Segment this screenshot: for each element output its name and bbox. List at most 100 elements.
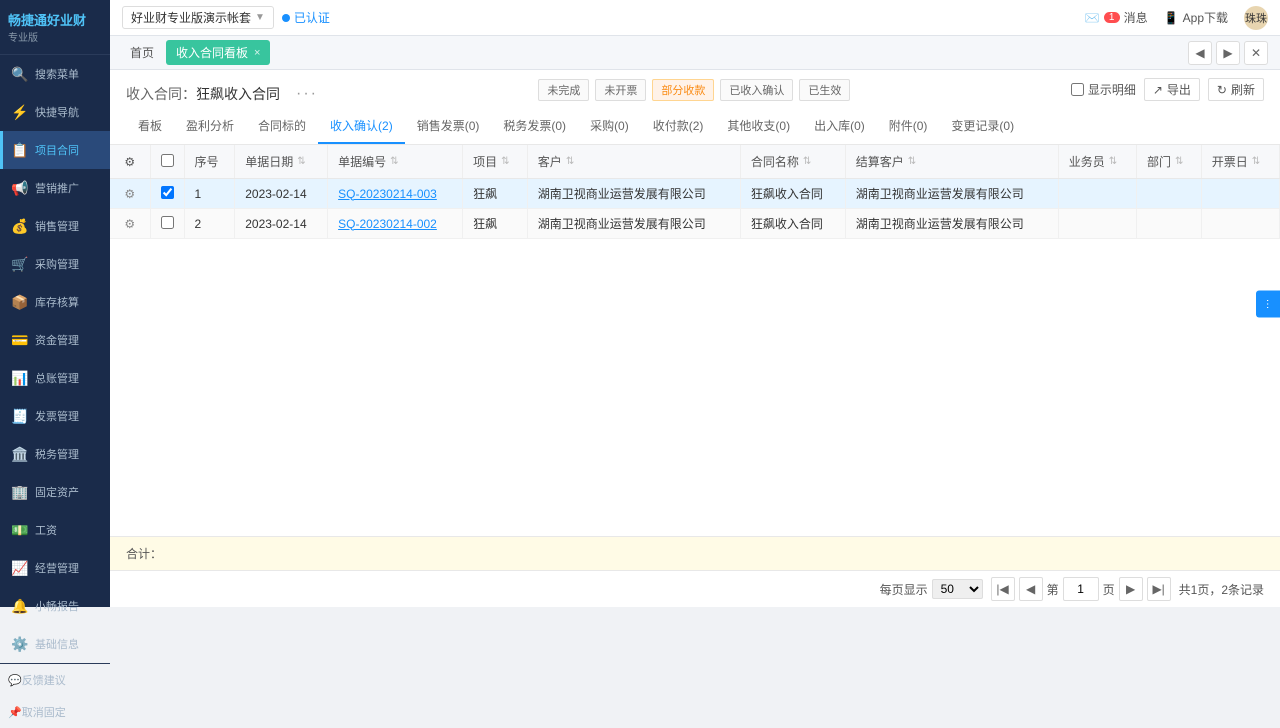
sidebar-item-5[interactable]: 🛒采购管理 — [0, 245, 110, 283]
sidebar-item-6[interactable]: 📦库存核算 — [0, 283, 110, 321]
sub-tab-6[interactable]: 采购(0) — [578, 109, 641, 144]
table-row[interactable]: ⚙ 1 2023-02-14 SQ-20230214-003 狂飙 湖南卫视商业… — [110, 179, 1280, 209]
status-tag-3[interactable]: 已收入确认 — [720, 79, 793, 101]
sidebar-item-2[interactable]: 📋 项目合同 — [0, 131, 110, 169]
home-tab[interactable]: 首页 — [122, 40, 162, 65]
sub-tab-2[interactable]: 合同标的 — [246, 109, 318, 144]
export-btn[interactable]: ↗ 导出 — [1144, 78, 1200, 101]
tab-prev-btn[interactable]: ◀ — [1188, 41, 1212, 65]
first-page-btn[interactable]: |◀ — [991, 577, 1015, 601]
status-tag-4[interactable]: 已生效 — [799, 79, 850, 101]
customer-cell: 湖南卫视商业运营发展有限公司 — [527, 179, 740, 209]
prev-page-btn[interactable]: ◀ — [1019, 577, 1043, 601]
message-btn[interactable]: ✉️ 1 消息 — [1085, 9, 1148, 26]
sidebar-item-7[interactable]: 💳资金管理 — [0, 321, 110, 359]
message-label: 消息 — [1124, 9, 1148, 26]
contract-name-section: 收入合同：狂飙收入合同 ··· — [126, 84, 318, 104]
sidebar-item-15[interactable]: ⚙️基础信息 — [0, 625, 110, 663]
display-detail-checkbox[interactable] — [1071, 83, 1084, 96]
sidebar-item-4[interactable]: 💰销售管理 — [0, 207, 110, 245]
billno-link-0[interactable]: SQ-20230214-003 — [338, 187, 437, 201]
sub-tab-8[interactable]: 其他收支(0) — [715, 109, 802, 144]
sub-tab-7[interactable]: 收付款(2) — [641, 109, 716, 144]
sub-tab-0[interactable]: 看板 — [126, 109, 174, 144]
sub-tab-10[interactable]: 附件(0) — [877, 109, 940, 144]
billno-cell[interactable]: SQ-20230214-003 — [328, 179, 463, 209]
project-sort-icon[interactable]: ⇅ — [501, 156, 509, 167]
status-tag-1[interactable]: 未开票 — [595, 79, 646, 101]
status-tag-2[interactable]: 部分收款 — [652, 79, 714, 101]
sidebar-feedback[interactable]: 💬 反馈建议 — [0, 664, 110, 696]
contract-name-sort-icon[interactable]: ⇅ — [803, 156, 811, 167]
page-content: 收入合同：狂飙收入合同 ··· 未完成未开票部分收款已收入确认已生效 显示明细 … — [110, 70, 1280, 607]
page-size-select[interactable]: 2050100 — [932, 579, 983, 599]
sidebar-item-12[interactable]: 💵工资 — [0, 511, 110, 549]
contract-more-btn[interactable]: ··· — [296, 85, 318, 103]
sidebar-item-10[interactable]: 🏛️税务管理 — [0, 435, 110, 473]
billno-cell[interactable]: SQ-20230214-002 — [328, 209, 463, 239]
sub-tab-1[interactable]: 盈利分析 — [174, 109, 246, 144]
last-page-btn[interactable]: ▶| — [1147, 577, 1171, 601]
sidebar-item-13[interactable]: 📈 经营管理 — [0, 549, 110, 587]
nav-icon-2: 📋 — [11, 141, 29, 159]
page-number-input[interactable] — [1063, 577, 1099, 601]
sub-tab-3[interactable]: 收入确认(2) — [318, 109, 405, 144]
sub-tab-5[interactable]: 税务发票(0) — [491, 109, 578, 144]
nav-label-8: 总账管理 — [35, 370, 79, 386]
salesperson-col-header: 业务员⇅ — [1058, 145, 1136, 179]
nav-label-2: 项目合同 — [35, 142, 79, 158]
date-col-header: 单据日期⇅ — [235, 145, 328, 179]
date-sort-icon[interactable]: ⇅ — [297, 156, 305, 167]
page-label: 第 — [1047, 581, 1059, 598]
row-checkbox-0[interactable] — [161, 186, 174, 199]
settlement-col-header: 结算客户⇅ — [845, 145, 1058, 179]
select-all-checkbox[interactable] — [161, 154, 174, 167]
settlement-sort-icon[interactable]: ⇅ — [908, 156, 916, 167]
next-page-btn[interactable]: ▶ — [1119, 577, 1143, 601]
contract-name-cell: 狂飙收入合同 — [740, 179, 845, 209]
nav-label-14: 小畅报告 — [35, 598, 79, 614]
company-selector[interactable]: 好业财专业版演示帐套 ▼ — [122, 6, 274, 29]
sidebar-item-1[interactable]: ⚡快捷导航 — [0, 93, 110, 131]
right-action-btn[interactable]: … — [1256, 290, 1280, 317]
row-checkbox-1[interactable] — [161, 216, 174, 229]
sidebar-item-14[interactable]: 🔔小畅报告 — [0, 587, 110, 625]
invoice-sort-icon[interactable]: ⇅ — [1252, 156, 1260, 167]
topbar-right: ✉️ 1 消息 📱 App下载 珠珠 — [1085, 6, 1268, 30]
nav-icon-10: 🏛️ — [11, 445, 29, 463]
department-sort-icon[interactable]: ⇅ — [1175, 156, 1183, 167]
nav-label-13: 经营管理 — [35, 560, 79, 576]
table-body: ⚙ 1 2023-02-14 SQ-20230214-003 狂飙 湖南卫视商业… — [110, 179, 1280, 239]
table-row[interactable]: ⚙ 2 2023-02-14 SQ-20230214-002 狂飙 湖南卫视商业… — [110, 209, 1280, 239]
nav-label-15: 基础信息 — [35, 636, 79, 652]
salesperson-sort-icon[interactable]: ⇅ — [1109, 156, 1117, 167]
settings-col-header: ⚙ — [110, 145, 150, 179]
tab-close-btn[interactable]: ✕ — [1244, 41, 1268, 65]
close-tab-btn[interactable]: × — [254, 47, 260, 59]
sub-tab-11[interactable]: 变更记录(0) — [939, 109, 1026, 144]
sidebar-unpin[interactable]: 📌 取消固定 — [0, 696, 110, 728]
sub-tab-4[interactable]: 销售发票(0) — [405, 109, 492, 144]
refresh-btn[interactable]: ↻ 刷新 — [1208, 78, 1264, 101]
topbar: 好业财专业版演示帐套 ▼ 已认证 ✉️ 1 消息 📱 App下载 珠珠 — [110, 0, 1280, 36]
user-avatar-btn[interactable]: 珠珠 — [1244, 6, 1268, 30]
download-btn[interactable]: 📱 App下载 — [1164, 9, 1228, 26]
sidebar-item-8[interactable]: 📊总账管理 — [0, 359, 110, 397]
sidebar-item-9[interactable]: 🧾发票管理 — [0, 397, 110, 435]
unpin-icon: 📌 — [8, 706, 22, 719]
active-tab[interactable]: 收入合同看板 × — [166, 40, 270, 65]
sub-tab-9[interactable]: 出入库(0) — [802, 109, 877, 144]
customer-sort-icon[interactable]: ⇅ — [566, 156, 574, 167]
nav-icon-13: 📈 — [11, 559, 29, 577]
index-col-header: 序号 — [184, 145, 235, 179]
sidebar-item-3[interactable]: 📢营销推广 — [0, 169, 110, 207]
salesperson-cell — [1058, 209, 1136, 239]
billno-link-1[interactable]: SQ-20230214-002 — [338, 217, 437, 231]
status-tag-0[interactable]: 未完成 — [538, 79, 589, 101]
tab-next-btn[interactable]: ▶ — [1216, 41, 1240, 65]
billno-sort-icon[interactable]: ⇅ — [390, 156, 398, 167]
sidebar-item-0[interactable]: 🔍搜索菜单 — [0, 55, 110, 93]
nav-icon-0: 🔍 — [11, 65, 29, 83]
sidebar-item-11[interactable]: 🏢固定资产 — [0, 473, 110, 511]
page-size-selector: 每页显示 2050100 — [880, 579, 983, 599]
